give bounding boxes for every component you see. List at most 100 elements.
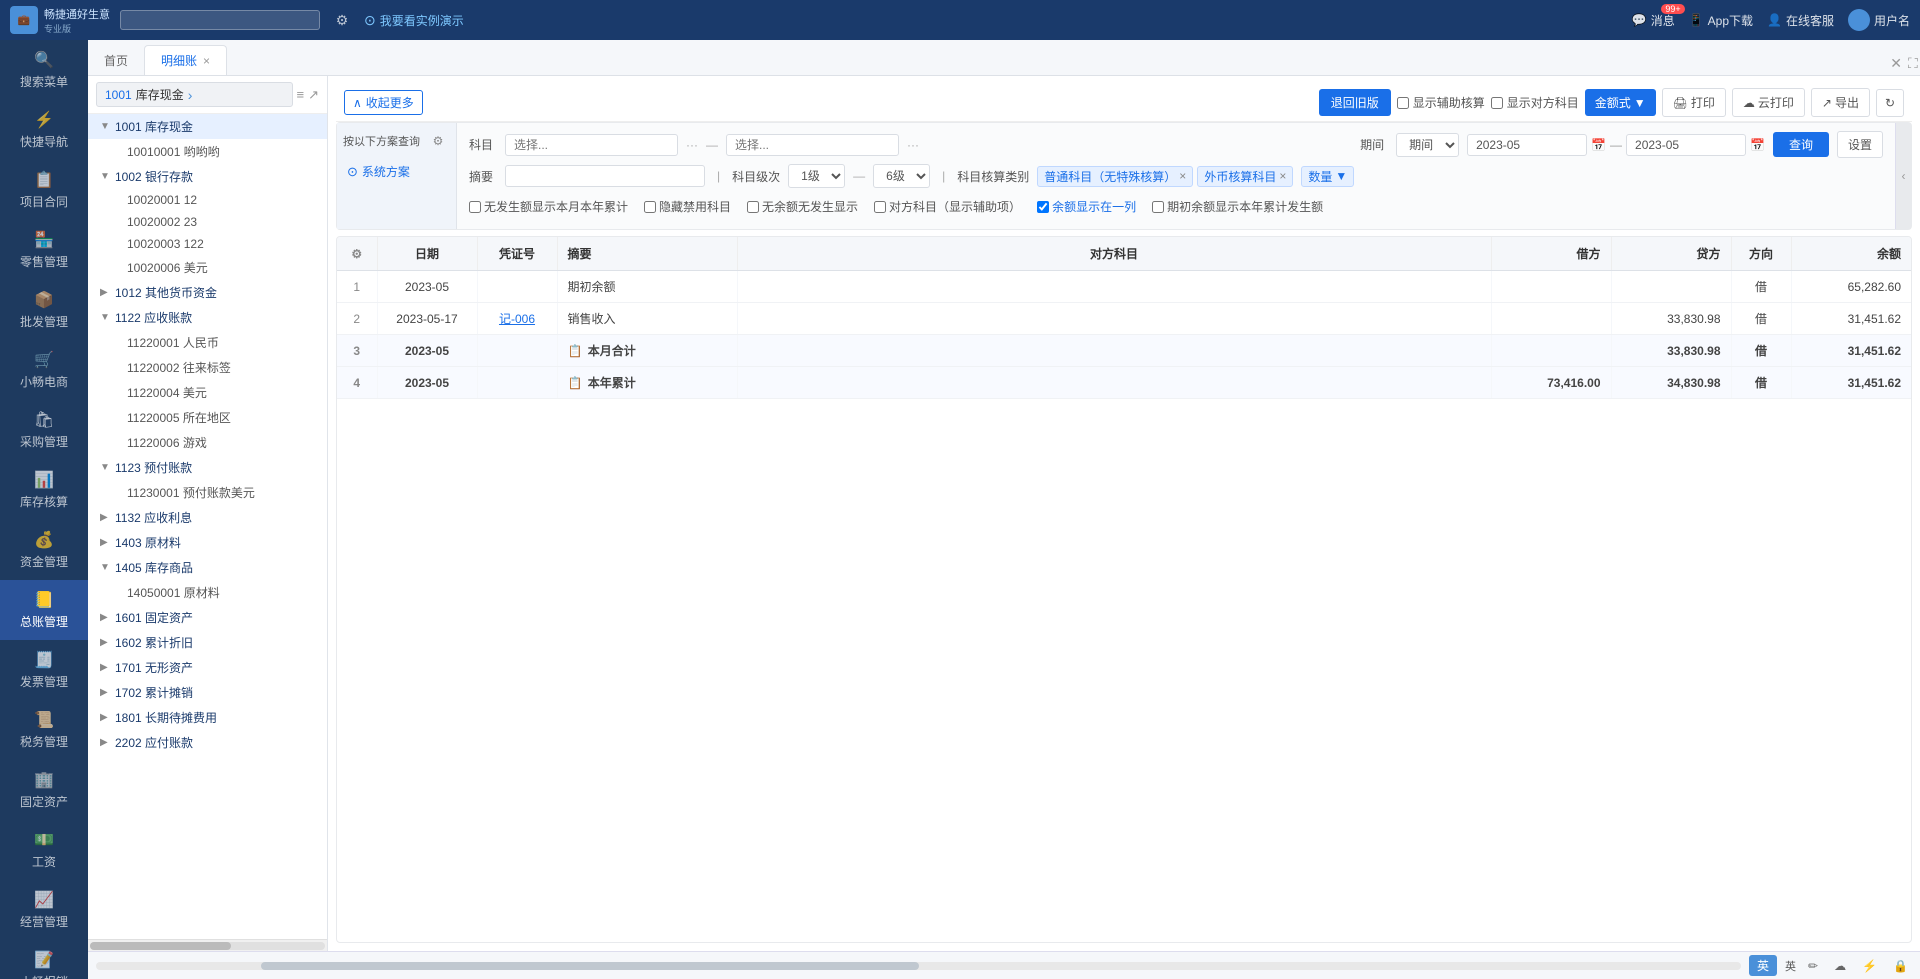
tree-item-1001[interactable]: ▼ 1001 库存现金 <box>88 114 327 139</box>
level-start-select[interactable]: 1级2级3级 <box>788 164 845 188</box>
tree-item-14050001[interactable]: 14050001 原材料 <box>88 580 327 605</box>
year-balance-checkbox[interactable] <box>1152 201 1164 213</box>
sidebar-item-bizmanage[interactable]: 📈 经营管理 <box>0 880 88 940</box>
top-search-input[interactable] <box>120 10 320 30</box>
tree-item-1602[interactable]: ▶ 1602 累计折旧 <box>88 630 327 655</box>
level-end-select[interactable]: 6级5级4级 <box>873 164 930 188</box>
hide-used-checkbox[interactable] <box>644 201 656 213</box>
sidebar-item-inventory[interactable]: 📊 库存核算 <box>0 460 88 520</box>
show-opposite-check[interactable]: 显示对方科目 <box>1491 94 1579 111</box>
export-btn[interactable]: ↗ 导出 <box>1811 88 1870 117</box>
sidebar-item-sales[interactable]: 📝 小畅报销 <box>0 940 88 979</box>
tag-close-icon[interactable]: × <box>1179 169 1186 183</box>
expand-collapse-btn[interactable]: ∧ 收起更多 <box>344 90 423 115</box>
tree-item-1601[interactable]: ▶ 1601 固定资产 <box>88 605 327 630</box>
sidebar-item-wholesale[interactable]: 📦 批发管理 <box>0 280 88 340</box>
app-download-btn[interactable]: 📱 App下载 <box>1689 12 1753 29</box>
tree-item-11220006[interactable]: 11220006 游戏 <box>88 430 327 455</box>
check-no-balance2[interactable]: 无余额无发生显示 <box>747 198 858 215</box>
filter-collapse-btn[interactable]: ‹ <box>1895 123 1911 229</box>
tab-close-btn[interactable]: × <box>203 55 210 67</box>
demo-link[interactable]: ⊙ 我要看实例演示 <box>364 12 464 29</box>
period-end-input[interactable] <box>1626 134 1746 156</box>
bottom-bolt-icon[interactable]: ⚡ <box>1858 957 1881 975</box>
tag-close-icon[interactable]: × <box>1279 169 1286 183</box>
tree-item-11220001[interactable]: 11220001 人民币 <box>88 330 327 355</box>
show-aux-checkbox[interactable] <box>1397 97 1409 109</box>
query-btn[interactable]: 查询 <box>1773 132 1829 157</box>
check-hide-used[interactable]: 隐藏禁用科目 <box>644 198 731 215</box>
filter-settings-btn[interactable]: 设置 <box>1837 131 1883 158</box>
bottom-lock-icon[interactable]: 🔒 <box>1889 957 1912 975</box>
tree-item-10020002[interactable]: 10020002 23 <box>88 211 327 233</box>
left-panel-scrollbar[interactable] <box>88 939 327 951</box>
account-selector[interactable]: 1001 库存现金 › <box>96 82 293 107</box>
tree-item-1012[interactable]: ▶ 1012 其他货币资金 <box>88 280 327 305</box>
tree-item-1123[interactable]: ▼ 1123 预付账款 <box>88 455 327 480</box>
voucher-link[interactable]: 记-006 <box>499 312 535 326</box>
show-opposite-checkbox[interactable] <box>1491 97 1503 109</box>
tree-item-10020003[interactable]: 10020003 122 <box>88 233 327 255</box>
tree-item-1002[interactable]: ▼ 1002 银行存款 <box>88 164 327 189</box>
sidebar-item-accounting[interactable]: 📒 总账管理 <box>0 580 88 640</box>
sidebar-item-tax[interactable]: 📜 税务管理 <box>0 700 88 760</box>
expand-icon[interactable]: ↗ <box>308 87 319 103</box>
tree-item-1122[interactable]: ▼ 1122 应收账款 <box>88 305 327 330</box>
tab-detail-ledger[interactable]: 明细账 × <box>144 45 227 75</box>
sidebar-item-ecommerce[interactable]: 🛒 小畅电商 <box>0 340 88 400</box>
tree-item-10020006[interactable]: 10020006 美元 <box>88 255 327 280</box>
sidebar-item-invoice[interactable]: 🧾 发票管理 <box>0 640 88 700</box>
balance-col-checkbox[interactable] <box>1037 201 1049 213</box>
sidebar-item-project[interactable]: 📋 项目合同 <box>0 160 88 220</box>
list-icon[interactable]: ≡ <box>297 87 305 103</box>
bottom-cloud-icon[interactable]: ☁ <box>1830 957 1850 975</box>
tree-item-11220002[interactable]: 11220002 往来标签 <box>88 355 327 380</box>
online-service-btn[interactable]: 👤 在线客服 <box>1767 12 1834 29</box>
tree-item-1701[interactable]: ▶ 1701 无形资产 <box>88 655 327 680</box>
tab-home[interactable]: 首页 <box>88 45 144 75</box>
tree-item-1403[interactable]: ▶ 1403 原材料 <box>88 530 327 555</box>
tab-expand-btn[interactable]: ✕ ⛶ <box>1892 51 1916 75</box>
tree-item-1405[interactable]: ▼ 1405 库存商品 <box>88 555 327 580</box>
cloud-print-btn[interactable]: ☁ 云打印 <box>1732 88 1805 117</box>
sidebar-item-retail[interactable]: 🏪 零售管理 <box>0 220 88 280</box>
filter-settings-icon[interactable]: ⚙ <box>426 129 450 153</box>
print-btn[interactable]: 🖨 打印 <box>1662 88 1726 117</box>
opposite-checkbox[interactable] <box>874 201 886 213</box>
check-no-balance[interactable]: 无发生额显示本月本年累计 <box>469 198 628 215</box>
refresh-btn[interactable]: ↻ <box>1876 89 1904 117</box>
tree-item-11220004[interactable]: 11220004 美元 <box>88 380 327 405</box>
settings-icon[interactable]: ⚙ <box>330 8 354 32</box>
tree-item-11220005[interactable]: 11220005 所在地区 <box>88 405 327 430</box>
format-btn[interactable]: 金额式 ▼ <box>1585 89 1656 116</box>
period-start-input[interactable] <box>1467 134 1587 156</box>
summary-input[interactable] <box>505 165 705 187</box>
sidebar-item-salary[interactable]: 💵 工资 <box>0 820 88 880</box>
tree-item-2202[interactable]: ▶ 2202 应付账款 <box>88 730 327 755</box>
back-to-old-btn[interactable]: 退回旧版 <box>1319 89 1391 116</box>
user-area[interactable]: 用户名 <box>1848 9 1910 31</box>
check-year-balance[interactable]: 期初余额显示本年累计发生额 <box>1152 198 1323 215</box>
message-btn[interactable]: 💬 消息 99+ <box>1632 12 1675 29</box>
no-balance-checkbox[interactable] <box>469 201 481 213</box>
table-settings-th[interactable]: ⚙ <box>337 237 377 271</box>
tree-item-11230001[interactable]: 11230001 预付账款美元 <box>88 480 327 505</box>
sidebar-item-assets[interactable]: 🏢 固定资产 <box>0 760 88 820</box>
bottom-edit-icon[interactable]: ✏ <box>1804 957 1822 975</box>
account-input-end[interactable] <box>726 134 899 156</box>
sidebar-item-quicknav[interactable]: ⚡ 快捷导航 <box>0 100 88 160</box>
sidebar-item-purchase[interactable]: 🛍 采购管理 <box>0 400 88 460</box>
period-type-select[interactable]: 期间 月份 <box>1396 133 1459 157</box>
sidebar-item-capital[interactable]: 💰 资金管理 <box>0 520 88 580</box>
tree-item-1702[interactable]: ▶ 1702 累计摊销 <box>88 680 327 705</box>
system-scheme-btn[interactable]: ⊙ 系统方案 <box>343 161 450 182</box>
tree-item-1132[interactable]: ▶ 1132 应收利息 <box>88 505 327 530</box>
tree-item-10010001[interactable]: 10010001 哟哟哟 <box>88 139 327 164</box>
check-opposite[interactable]: 对方科目（显示辅助项） <box>874 198 1021 215</box>
sidebar-item-search[interactable]: 🔍 搜索菜单 <box>0 40 88 100</box>
check-balance-col[interactable]: 余额显示在一列 <box>1037 198 1136 215</box>
tree-item-10020001[interactable]: 10020001 12 <box>88 189 327 211</box>
tree-item-1801[interactable]: ▶ 1801 长期待摊费用 <box>88 705 327 730</box>
horizontal-scrollbar[interactable] <box>96 962 1741 970</box>
lang-switcher[interactable]: 英 <box>1749 955 1777 976</box>
